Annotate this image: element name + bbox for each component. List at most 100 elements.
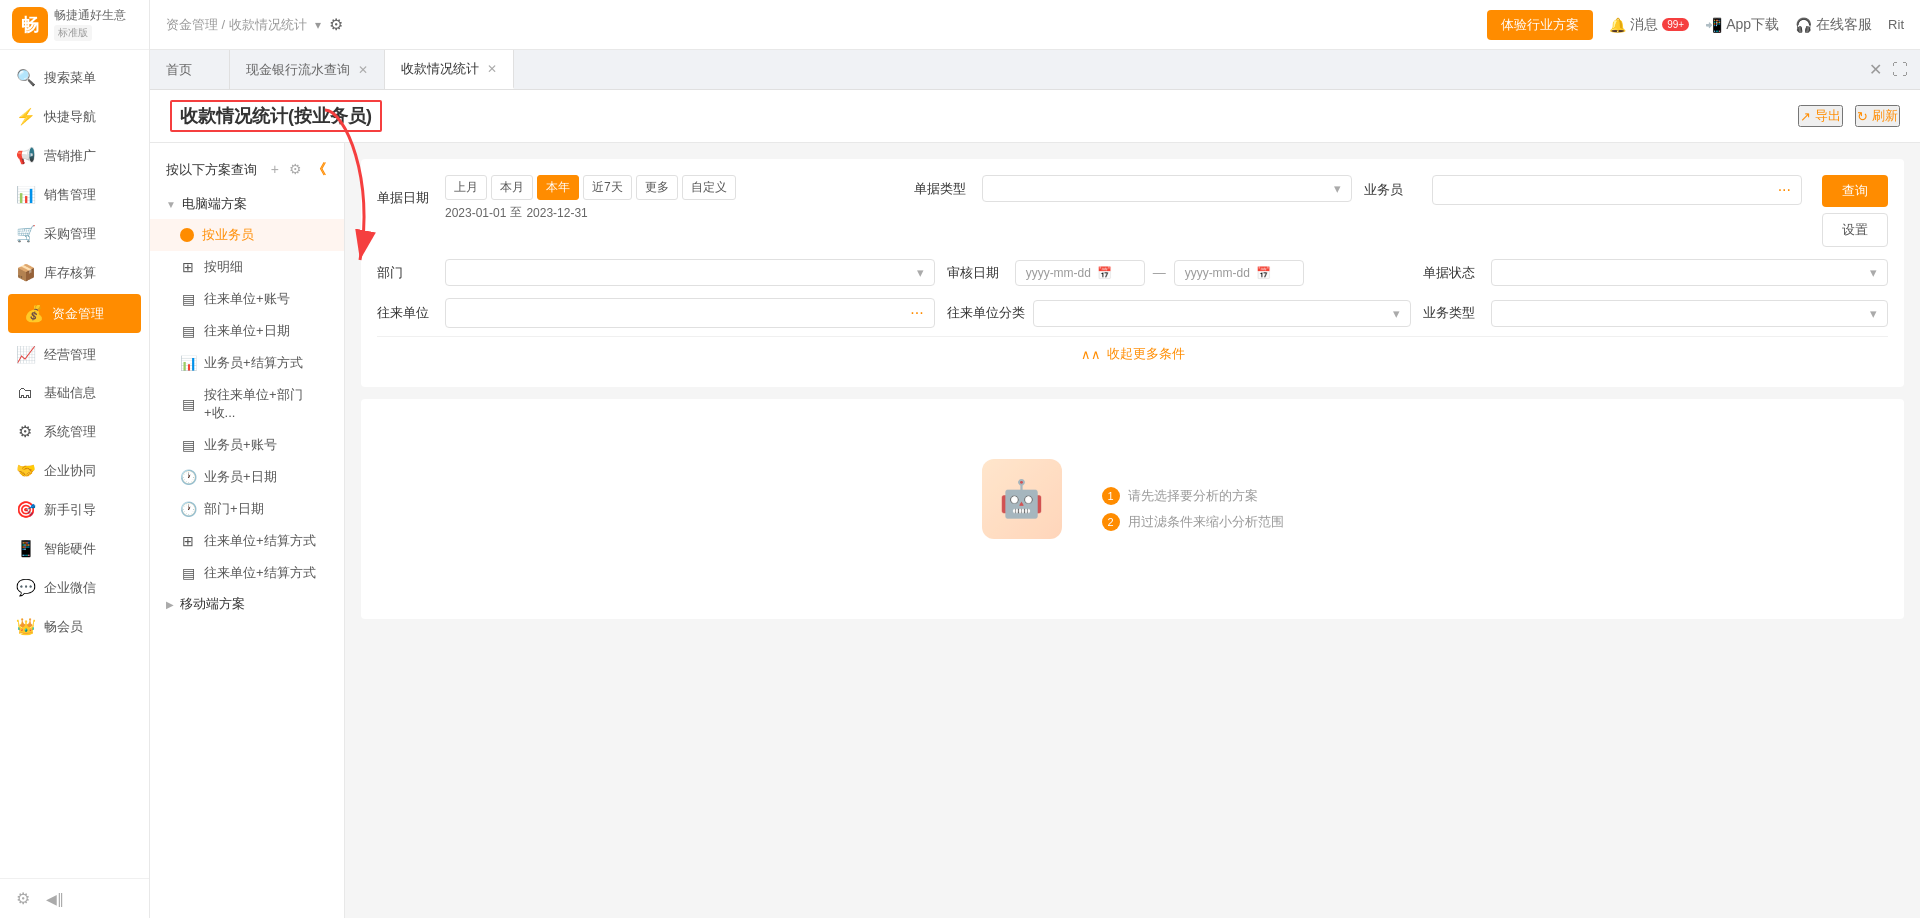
doc-type-select[interactable]: ▾	[982, 175, 1352, 202]
tree-item-partner-dept[interactable]: ▤ 按往来单位+部门+收...	[150, 379, 344, 429]
partner-select[interactable]: ···	[445, 298, 935, 328]
stock-icon: 📦	[16, 263, 34, 282]
sidebar-item-enterprise[interactable]: 🤝 企业协同	[0, 451, 149, 490]
query-btn[interactable]: 查询	[1822, 175, 1888, 207]
tree-item-by-detail[interactable]: ⊞ 按明细	[150, 251, 344, 283]
date-btn-custom[interactable]: 自定义	[682, 175, 736, 200]
date-btn-last-month[interactable]: 上月	[445, 175, 487, 200]
salesperson-date-icon: 🕐	[180, 469, 196, 485]
tree-item-partner-account[interactable]: ▤ 往来单位+账号	[150, 283, 344, 315]
doc-status-select[interactable]: ▾	[1491, 259, 1888, 286]
sidebar-item-search[interactable]: 🔍 搜索菜单	[0, 58, 149, 97]
tab-fullscreen-icon[interactable]: ⛶	[1892, 61, 1908, 79]
salesperson-active-icon	[180, 228, 194, 242]
partner-label: 往来单位	[377, 304, 437, 322]
tab-close-all-icon[interactable]: ✕	[1869, 60, 1882, 79]
basic-icon: 🗂	[16, 384, 34, 402]
sidebar-label-basic: 基础信息	[44, 384, 96, 402]
tree-item-partner-settlement1[interactable]: ⊞ 往来单位+结算方式	[150, 525, 344, 557]
department-select[interactable]: ▾	[445, 259, 935, 286]
salesperson-account-icon: ▤	[180, 437, 196, 453]
tree-item-partner-settlement2-label: 往来单位+结算方式	[204, 564, 316, 582]
audit-date-from[interactable]: yyyy-mm-dd 📅	[1015, 260, 1145, 286]
wechat-icon: 💬	[16, 578, 34, 597]
user-name[interactable]: Rit	[1888, 17, 1904, 32]
audit-date-to[interactable]: yyyy-mm-dd 📅	[1174, 260, 1304, 286]
date-btn-7days[interactable]: 近7天	[583, 175, 632, 200]
tree-item-salesperson-account[interactable]: ▤ 业务员+账号	[150, 429, 344, 461]
sidebar-item-management[interactable]: 📈 经营管理	[0, 335, 149, 374]
biz-type-chevron-icon: ▾	[1870, 306, 1877, 321]
sidebar-item-member[interactable]: 👑 畅会员	[0, 607, 149, 646]
tree-group-desktop-header[interactable]: ▼ 电脑端方案	[150, 189, 344, 219]
sidebar-item-guide[interactable]: 🎯 新手引导	[0, 490, 149, 529]
tab-bank-flow[interactable]: 现金银行流水查询 ✕	[230, 50, 385, 89]
tab-bank-flow-close[interactable]: ✕	[358, 63, 368, 77]
bottom-collapse-icon[interactable]: ◀‖	[46, 891, 64, 907]
panel-header: 按以下方案查询 + ⚙ 《	[150, 151, 344, 189]
partner-category-select[interactable]: ▾	[1033, 300, 1412, 327]
department-label: 部门	[377, 264, 437, 282]
add-scheme-btn[interactable]: +	[269, 159, 281, 181]
sidebar-item-wechat[interactable]: 💬 企业微信	[0, 568, 149, 607]
logo-icon: 畅	[12, 7, 48, 43]
bottom-settings-icon[interactable]: ⚙	[16, 889, 30, 908]
export-btn[interactable]: ↗ 导出	[1798, 105, 1843, 127]
date-btn-this-year[interactable]: 本年	[537, 175, 579, 200]
collapse-panel-btn[interactable]: 《	[310, 159, 328, 181]
solution-btn[interactable]: 体验行业方案	[1487, 10, 1593, 40]
sidebar-item-finance[interactable]: 💰 资金管理	[8, 294, 141, 333]
tree-item-salesperson-date[interactable]: 🕐 业务员+日期	[150, 461, 344, 493]
sidebar: 畅 畅捷通好生意 标准版 🔍 搜索菜单 ⚡ 快捷导航 📢 营销推广 📊 销售管理…	[0, 0, 150, 918]
online-service-area[interactable]: 🎧 在线客服	[1795, 16, 1872, 34]
breadcrumb-chevron[interactable]: ▾	[315, 18, 321, 32]
sidebar-item-stock[interactable]: 📦 库存核算	[0, 253, 149, 292]
filter-settings-btn[interactable]: 设置	[1822, 213, 1888, 247]
department-chevron-icon: ▾	[917, 265, 924, 280]
salesperson-select[interactable]: ···	[1432, 175, 1802, 205]
topbar-settings-icon[interactable]: ⚙	[329, 15, 343, 34]
tree-item-salesperson-account-label: 业务员+账号	[204, 436, 277, 454]
tree-item-partner-dept-label: 按往来单位+部门+收...	[204, 386, 328, 422]
sidebar-label-wechat: 企业微信	[44, 579, 96, 597]
sidebar-item-basic[interactable]: 🗂 基础信息	[0, 374, 149, 412]
step1-text: 请先选择要分析的方案	[1128, 483, 1258, 509]
tree-item-partner-settlement2[interactable]: ▤ 往来单位+结算方式	[150, 557, 344, 589]
tree-group-mobile-header[interactable]: ▶ 移动端方案	[150, 589, 344, 619]
tree-item-by-salesperson[interactable]: 按业务员	[150, 219, 344, 251]
date-btn-this-month[interactable]: 本月	[491, 175, 533, 200]
date-btn-more[interactable]: 更多	[636, 175, 678, 200]
date-filter-btns: 上月 本月 本年 近7天 更多 自定义	[445, 175, 736, 200]
biz-type-select[interactable]: ▾	[1491, 300, 1888, 327]
refresh-icon: ↻	[1857, 109, 1868, 124]
tab-receipt-stat[interactable]: 收款情况统计 ✕	[385, 50, 514, 89]
sidebar-item-system[interactable]: ⚙ 系统管理	[0, 412, 149, 451]
tree-item-partner-date[interactable]: ▤ 往来单位+日期	[150, 315, 344, 347]
member-icon: 👑	[16, 617, 34, 636]
tree-item-dept-date[interactable]: 🕐 部门+日期	[150, 493, 344, 525]
message-badge: 99+	[1662, 18, 1689, 31]
tab-home[interactable]: 首页	[150, 50, 230, 89]
step1-num: 1	[1102, 487, 1120, 505]
scheme-settings-btn[interactable]: ⚙	[287, 159, 304, 181]
tab-receipt-stat-close[interactable]: ✕	[487, 62, 497, 76]
message-label: 消息	[1630, 16, 1658, 34]
sidebar-item-hardware[interactable]: 📱 智能硬件	[0, 529, 149, 568]
sidebar-item-sales[interactable]: 📊 销售管理	[0, 175, 149, 214]
sidebar-item-purchase[interactable]: 🛒 采购管理	[0, 214, 149, 253]
refresh-btn[interactable]: ↻ 刷新	[1855, 105, 1900, 127]
app-download-area[interactable]: 📲 App下载	[1705, 16, 1779, 34]
doc-status-chevron-icon: ▾	[1870, 265, 1877, 280]
collapse-filter-btn[interactable]: ∧∧ 收起更多条件	[377, 336, 1888, 371]
sidebar-label-member: 畅会员	[44, 618, 83, 636]
hardware-icon: 📱	[16, 539, 34, 558]
sidebar-bottom: ⚙ ◀‖	[0, 878, 149, 918]
sidebar-item-quick-nav[interactable]: ⚡ 快捷导航	[0, 97, 149, 136]
sidebar-item-marketing[interactable]: 📢 营销推广	[0, 136, 149, 175]
tree-item-detail-label: 按明细	[204, 258, 243, 276]
message-area[interactable]: 🔔 消息 99+	[1609, 16, 1689, 34]
collapse-chevron-icon: ∧∧	[1081, 347, 1101, 362]
date-label: 单据日期	[377, 189, 437, 207]
tree-item-salesperson-settlement-label: 业务员+结算方式	[204, 354, 303, 372]
tree-item-salesperson-settlement[interactable]: 📊 业务员+结算方式	[150, 347, 344, 379]
